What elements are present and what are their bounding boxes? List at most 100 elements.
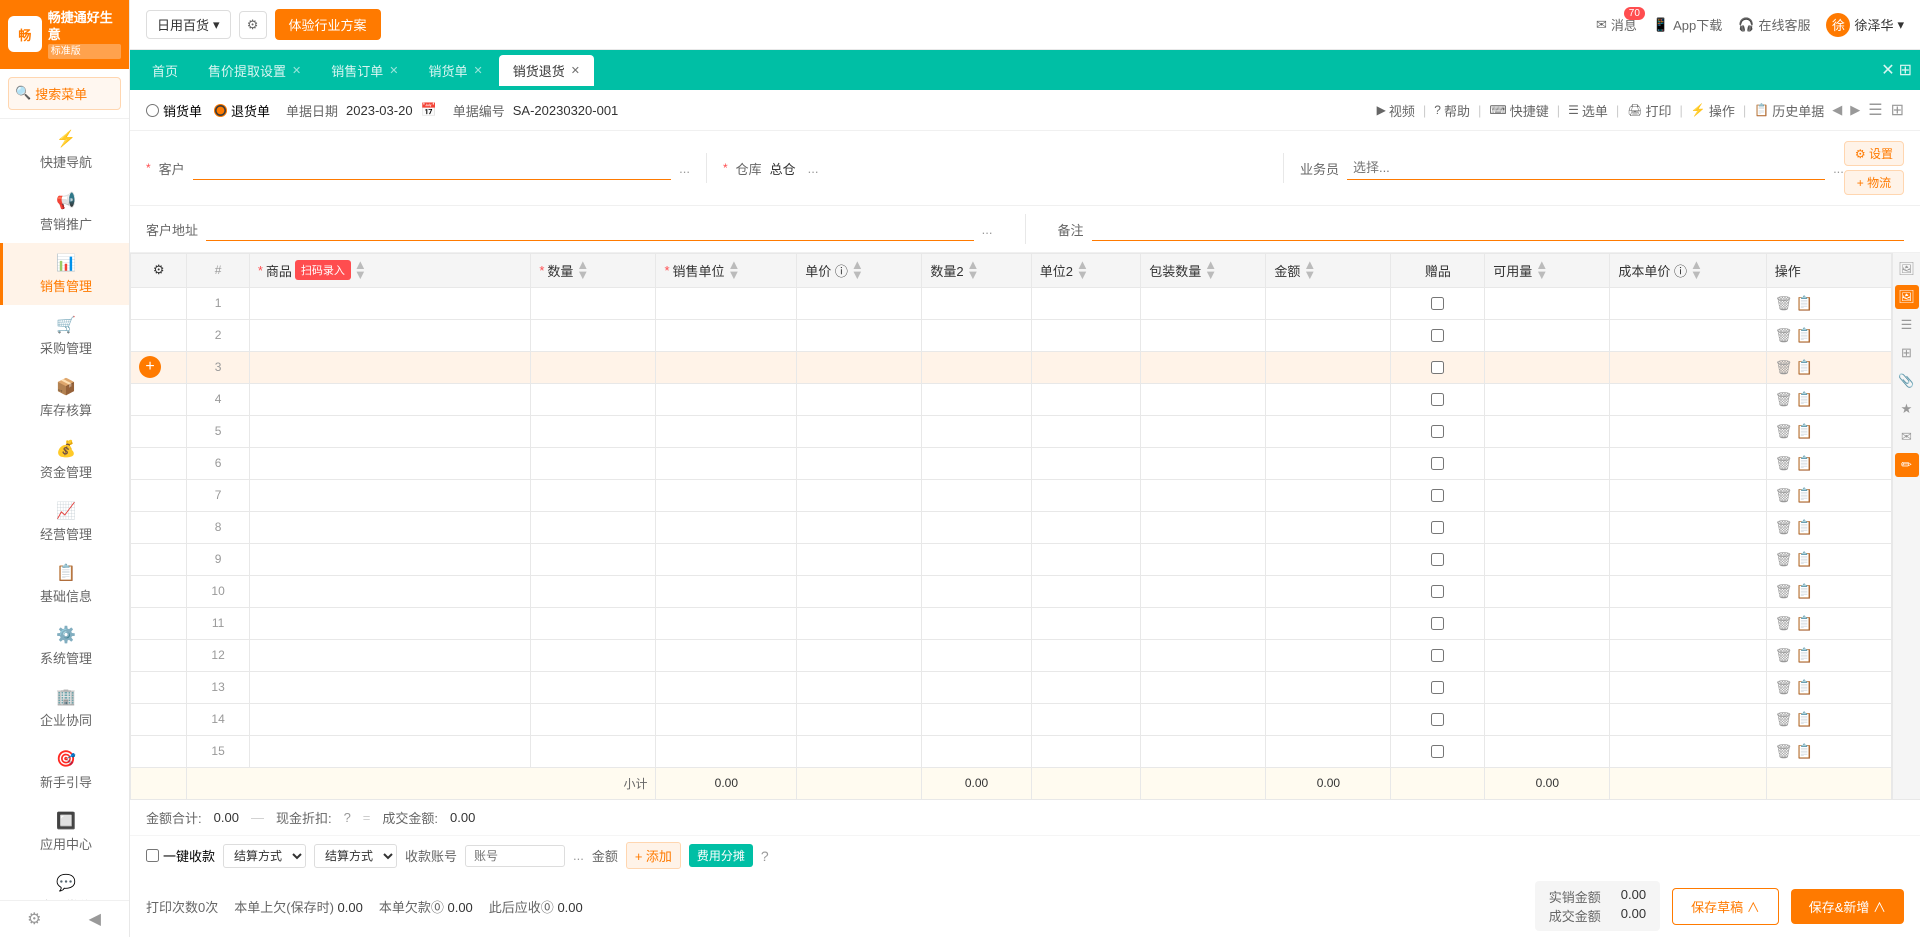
row-avail-cell[interactable] <box>1485 703 1610 735</box>
row-qty-cell[interactable] <box>531 447 656 479</box>
radio-sale-delivery[interactable]: 销货单 <box>146 101 202 120</box>
sidebar-item-app-center[interactable]: 🔲 应用中心 <box>0 801 129 863</box>
delete-row-button[interactable]: 🗑 <box>1775 327 1793 344</box>
calendar-icon[interactable]: 📅 <box>421 102 437 118</box>
right-btn-msg[interactable]: ✉ <box>1895 425 1919 449</box>
gift-checkbox[interactable] <box>1431 457 1444 470</box>
right-btn-edit[interactable]: ✏ <box>1895 453 1919 477</box>
gift-checkbox[interactable] <box>1431 649 1444 662</box>
row-qty2-cell[interactable] <box>922 383 1031 415</box>
row-goods-cell[interactable] <box>249 703 531 735</box>
row-avail-cell[interactable] <box>1485 383 1610 415</box>
row-pkg-cell[interactable] <box>1141 639 1266 671</box>
row-unit2-cell[interactable] <box>1031 575 1140 607</box>
sidebar-item-wechat[interactable]: 💬 企业微信 <box>0 863 129 900</box>
copy-row-button[interactable]: 📋 <box>1796 711 1813 728</box>
warehouse-select-button[interactable]: ... <box>808 161 819 176</box>
row-unit2-cell[interactable] <box>1031 511 1140 543</box>
delete-row-button[interactable]: 🗑 <box>1775 455 1793 472</box>
row-price-cell[interactable] <box>797 415 922 447</box>
row-qty2-cell[interactable] <box>922 415 1031 447</box>
discount-help-icon[interactable]: ? <box>344 810 351 825</box>
row-goods-cell[interactable] <box>249 735 531 767</box>
row-cost-cell[interactable] <box>1610 319 1766 351</box>
row-pkg-cell[interactable] <box>1141 415 1266 447</box>
row-unit-cell[interactable] <box>656 415 797 447</box>
row-pkg-cell[interactable] <box>1141 447 1266 479</box>
chevron-right-icon[interactable]: ▶ <box>1850 102 1860 118</box>
sidebar-item-sales[interactable]: 📊 销售管理 <box>0 243 129 305</box>
save-new-button[interactable]: 保存&新增 ∧ <box>1791 889 1904 924</box>
delete-row-button[interactable]: 🗑 <box>1775 551 1793 568</box>
copy-row-button[interactable]: 📋 <box>1796 455 1813 472</box>
remark-input[interactable] <box>1092 217 1904 241</box>
row-amount-cell[interactable] <box>1266 415 1391 447</box>
history-button[interactable]: 📋 历史单据 <box>1754 101 1824 120</box>
row-pkg-cell[interactable] <box>1141 543 1266 575</box>
row-amount-cell[interactable] <box>1266 319 1391 351</box>
row-qty-cell[interactable] <box>531 287 656 319</box>
gift-checkbox[interactable] <box>1431 617 1444 630</box>
tab-sale-price-settings[interactable]: 售价提取设置 ✕ <box>194 55 315 86</box>
sidebar-item-enterprise[interactable]: 🏢 企业协同 <box>0 677 129 739</box>
one-click-payment-checkbox[interactable]: 一键收款 <box>146 846 215 865</box>
tab-close-icon[interactable]: ✕ <box>389 64 398 77</box>
copy-row-button[interactable]: 📋 <box>1796 615 1813 632</box>
row-cost-cell[interactable] <box>1610 639 1766 671</box>
row-avail-cell[interactable] <box>1485 575 1610 607</box>
row-unit-cell[interactable] <box>656 703 797 735</box>
row-cost-cell[interactable] <box>1610 543 1766 575</box>
row-avail-cell[interactable] <box>1485 607 1610 639</box>
row-qty2-cell[interactable] <box>922 287 1031 319</box>
row-goods-cell[interactable] <box>249 575 531 607</box>
row-pkg-cell[interactable] <box>1141 607 1266 639</box>
delete-row-button[interactable]: 🗑 <box>1775 391 1793 408</box>
settings-button[interactable]: ⚙ 设置 <box>1844 141 1904 166</box>
row-unit-cell[interactable] <box>656 351 797 383</box>
operate-button[interactable]: ⚡ 操作 <box>1691 101 1735 120</box>
copy-row-button[interactable]: 📋 <box>1796 647 1813 664</box>
right-btn-attach[interactable]: 📎 <box>1895 369 1919 393</box>
row-amount-cell[interactable] <box>1266 287 1391 319</box>
row-price-cell[interactable] <box>797 479 922 511</box>
row-avail-cell[interactable] <box>1485 447 1610 479</box>
right-btn-img1[interactable]: 🖼 <box>1895 257 1919 281</box>
online-service-link[interactable]: 🎧 在线客服 <box>1738 15 1810 34</box>
row-unit2-cell[interactable] <box>1031 351 1140 383</box>
row-pkg-cell[interactable] <box>1141 703 1266 735</box>
row-goods-cell[interactable] <box>249 511 531 543</box>
row-unit-cell[interactable] <box>656 639 797 671</box>
row-unit2-cell[interactable] <box>1031 607 1140 639</box>
customer-select-button[interactable]: ... <box>679 161 690 176</box>
row-amount-cell[interactable] <box>1266 735 1391 767</box>
copy-row-button[interactable]: 📋 <box>1796 423 1813 440</box>
copy-row-button[interactable]: 📋 <box>1796 327 1813 344</box>
row-price-cell[interactable] <box>797 351 922 383</box>
sidebar-item-quick-nav[interactable]: ⚡ 快捷导航 <box>0 119 129 181</box>
row-amount-cell[interactable] <box>1266 703 1391 735</box>
row-unit-cell[interactable] <box>656 479 797 511</box>
tab-home[interactable]: 首页 <box>138 55 192 86</box>
sidebar-item-marketing[interactable]: 📢 营销推广 <box>0 181 129 243</box>
row-cost-cell[interactable] <box>1610 479 1766 511</box>
row-price-cell[interactable] <box>797 511 922 543</box>
row-qty-cell[interactable] <box>531 607 656 639</box>
row-goods-cell[interactable] <box>249 479 531 511</box>
gift-checkbox[interactable] <box>1431 521 1444 534</box>
delete-row-button[interactable]: 🗑 <box>1775 711 1793 728</box>
row-goods-cell[interactable] <box>249 543 531 575</box>
add-row-button[interactable]: + <box>139 356 161 378</box>
row-avail-cell[interactable] <box>1485 543 1610 575</box>
calc-method-select[interactable]: 结算方式 <box>314 844 397 868</box>
add-payment-button[interactable]: + 添加 <box>626 842 681 869</box>
row-price-cell[interactable] <box>797 703 922 735</box>
row-avail-cell[interactable] <box>1485 287 1610 319</box>
row-unit2-cell[interactable] <box>1031 415 1140 447</box>
row-unit2-cell[interactable] <box>1031 383 1140 415</box>
row-unit-cell[interactable] <box>656 607 797 639</box>
address-select-button[interactable]: ... <box>982 222 993 237</box>
row-avail-cell[interactable] <box>1485 671 1610 703</box>
salesperson-select-button[interactable]: ... <box>1833 161 1844 176</box>
scan-input-button[interactable]: 扫码录入 <box>295 260 351 280</box>
row-price-cell[interactable] <box>797 383 922 415</box>
